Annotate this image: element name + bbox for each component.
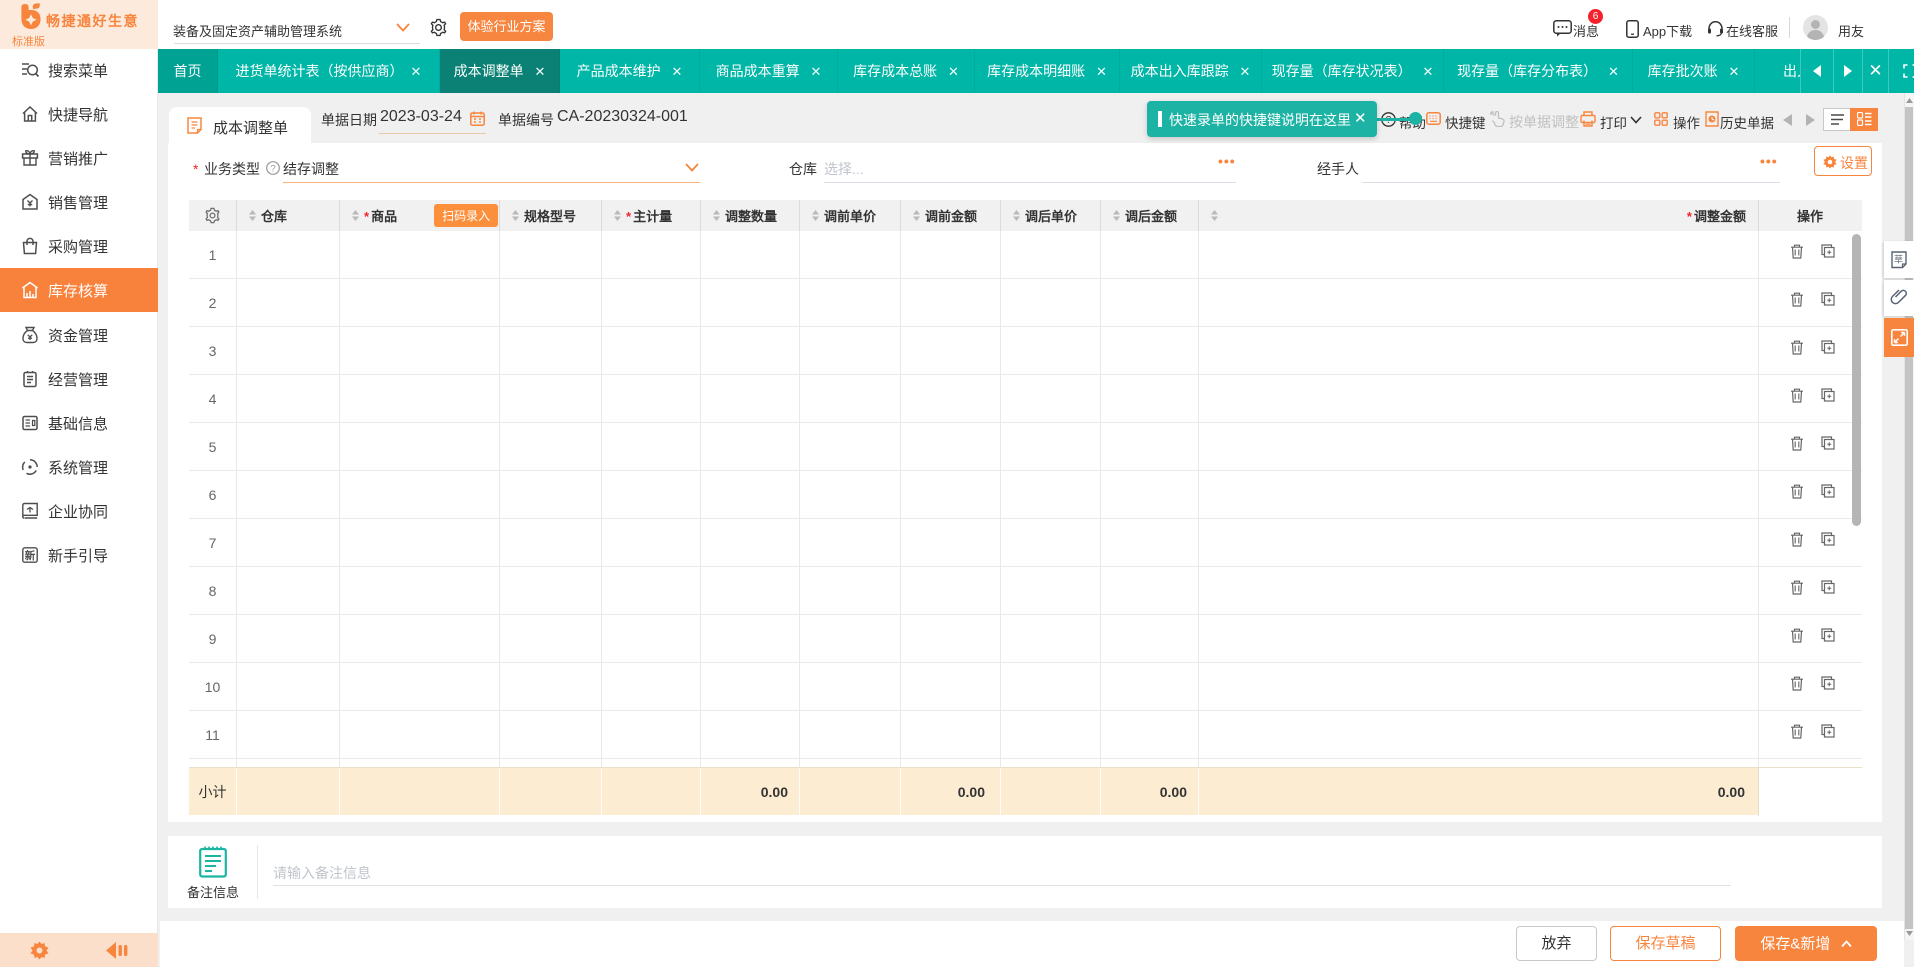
svg-text:?: ? [1386,115,1392,126]
svg-text:新: 新 [25,549,36,562]
svg-text:草: 草 [1894,253,1903,264]
svg-text:?: ? [270,163,275,174]
